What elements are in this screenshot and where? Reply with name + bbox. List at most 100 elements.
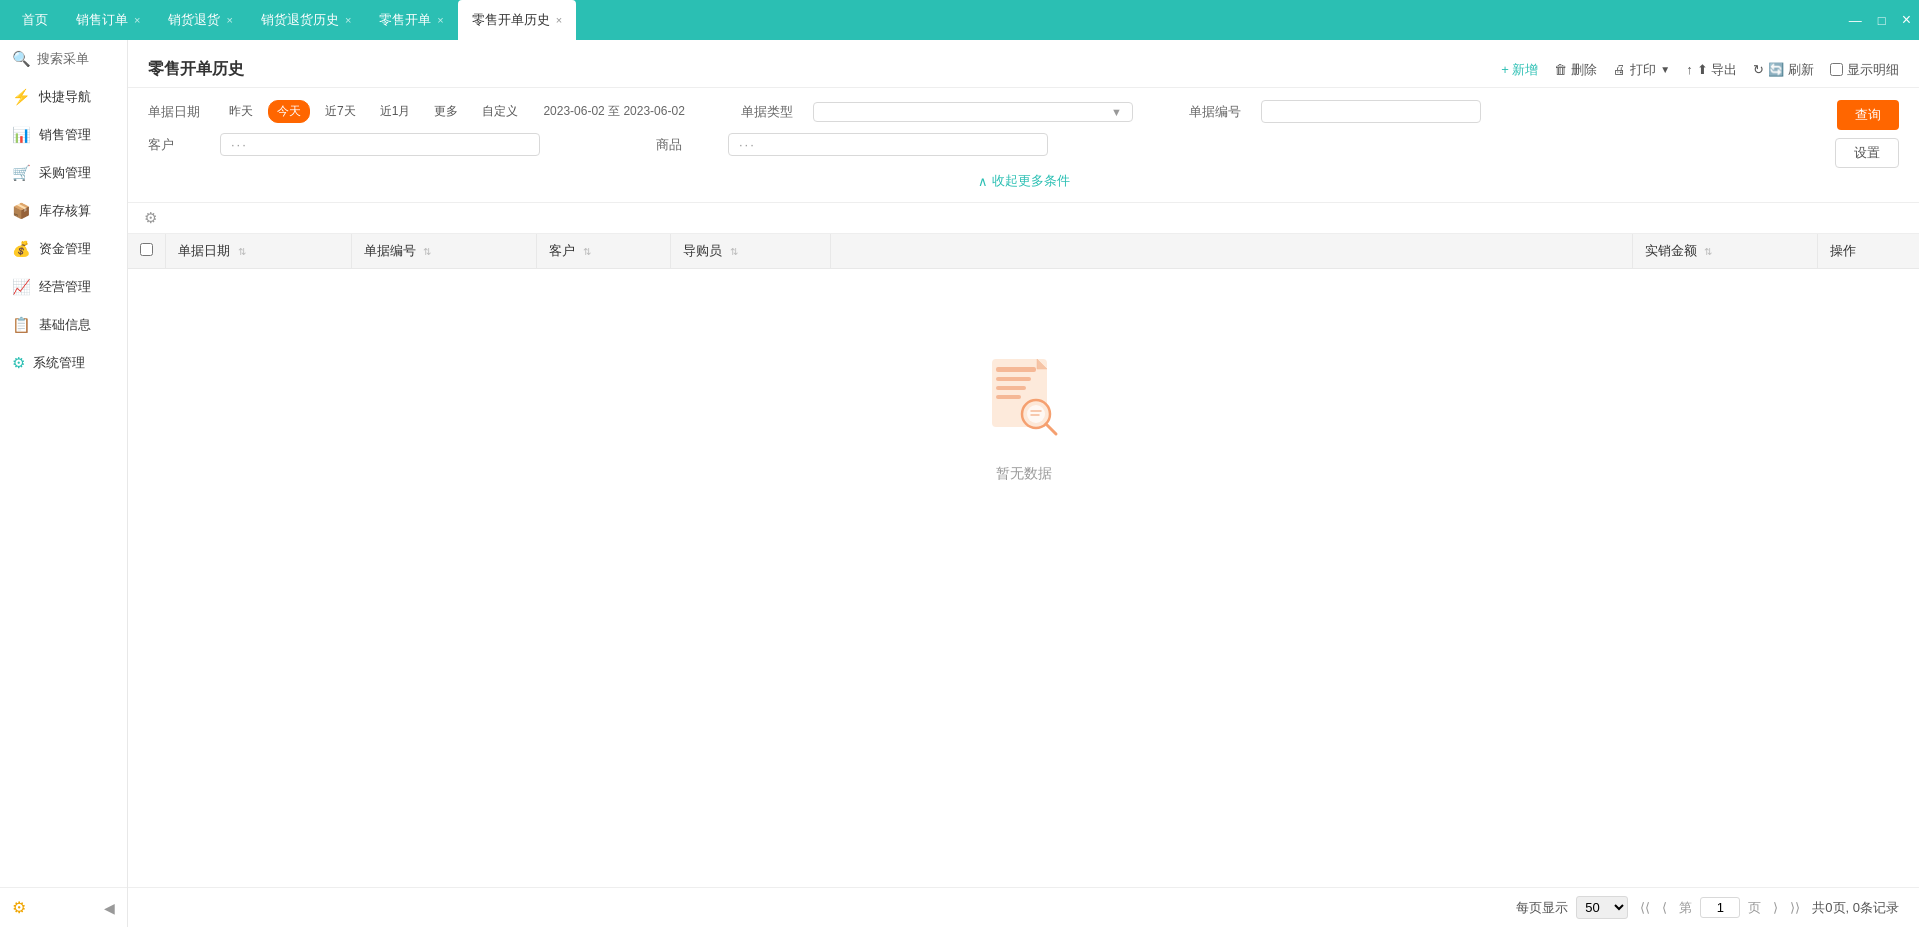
date-btn-last1month[interactable]: 近1月 [371, 100, 420, 123]
svg-rect-3 [996, 386, 1026, 390]
date-range-display: 2023-06-02 至 2023-06-02 [543, 103, 684, 120]
query-button[interactable]: 查询 [1837, 100, 1899, 130]
date-btn-more[interactable]: 更多 [425, 100, 467, 123]
customer-dots: ··· [231, 137, 248, 152]
th-date: 单据日期 ⇅ [166, 234, 352, 269]
sort-date-icon[interactable]: ⇅ [238, 246, 246, 257]
tab-sales-order[interactable]: 销售订单 × [62, 0, 154, 40]
tab-retail-open[interactable]: 零售开单 × [365, 0, 457, 40]
customer-select[interactable]: ··· [220, 133, 540, 156]
data-table: 单据日期 ⇅ 单据编号 ⇅ 客户 ⇅ 导购员 ⇅ [128, 234, 1919, 563]
filter-date-btns: 昨天 今天 近7天 近1月 更多 自定义 [220, 100, 527, 123]
sidebar-search[interactable]: 🔍 搜索采单 [0, 40, 127, 78]
sidebar-item-operations-label: 经营管理 [39, 278, 91, 296]
base-info-icon: 📋 [12, 316, 31, 334]
per-page-label: 每页显示 [1516, 899, 1568, 917]
purchase-mgmt-icon: 🛒 [12, 164, 31, 182]
page-label-pre: 第 [1675, 897, 1696, 919]
print-label: 打印 [1630, 61, 1656, 79]
tab-sales-return[interactable]: 销货退货 × [154, 0, 246, 40]
sidebar-item-base-info-label: 基础信息 [39, 316, 91, 334]
sort-customer-icon[interactable]: ⇅ [583, 246, 591, 257]
tab-retail-open-history-label: 零售开单历史 [472, 11, 550, 29]
per-page-select[interactable]: 50 10 20 100 [1576, 896, 1628, 919]
sidebar-item-quick-nav-label: 快捷导航 [39, 88, 91, 106]
order-no-input[interactable] [1261, 100, 1481, 123]
table-header-row: 单据日期 ⇅ 单据编号 ⇅ 客户 ⇅ 导购员 ⇅ [128, 234, 1919, 269]
tab-retail-open-history[interactable]: 零售开单历史 × [458, 0, 576, 40]
sidebar-item-sys-mgmt-label: 系统管理 [33, 354, 85, 372]
tab-sales-return-history[interactable]: 销货退货历史 × [247, 0, 365, 40]
date-btn-today[interactable]: 今天 [268, 100, 310, 123]
tab-sales-return-label: 销货退货 [168, 11, 220, 29]
tab-sales-return-close[interactable]: × [226, 14, 232, 26]
order-no-label: 单据编号 [1189, 103, 1245, 121]
sidebar-item-base-info[interactable]: 📋 基础信息 [0, 306, 127, 344]
export-label: ⬆ 导出 [1697, 61, 1738, 79]
page-actions: + 新增 🗑 删除 🖨 打印 ▼ ↑ ⬆ 导出 ↻ 🔄 刷新 [1501, 61, 1899, 79]
sidebar-settings-icon[interactable]: ⚙ [12, 898, 26, 917]
sidebar-item-sales-mgmt[interactable]: 📊 销售管理 [0, 116, 127, 154]
sidebar-bottom: ⚙ ◀ [0, 887, 127, 927]
sidebar-item-purchase-mgmt[interactable]: 🛒 采购管理 [0, 154, 127, 192]
date-label: 单据日期 [148, 103, 204, 121]
sort-amount-icon[interactable]: ⇅ [1704, 246, 1712, 257]
top-tabbar: 首页 销售订单 × 销货退货 × 销货退货历史 × 零售开单 × 零售开单历史 … [0, 0, 1919, 40]
tab-home[interactable]: 首页 [8, 0, 62, 40]
sidebar: 🔍 搜索采单 ⚡ 快捷导航 📊 销售管理 🛒 采购管理 📦 库存核算 💰 资金管… [0, 40, 128, 927]
page-header: 零售开单历史 + 新增 🗑 删除 🖨 打印 ▼ ↑ ⬆ 导出 [128, 40, 1919, 88]
collapse-filter-btn[interactable]: ∧ 收起更多条件 [978, 172, 1070, 190]
sidebar-collapse-icon[interactable]: ◀ [104, 900, 115, 916]
print-arrow-icon: ▼ [1660, 64, 1670, 75]
delete-button[interactable]: 🗑 删除 [1554, 61, 1597, 79]
sidebar-item-inventory[interactable]: 📦 库存核算 [0, 192, 127, 230]
show-detail-label: 显示明细 [1847, 61, 1899, 79]
tab-retail-open-label: 零售开单 [379, 11, 431, 29]
svg-rect-1 [996, 367, 1036, 372]
date-btn-last7days[interactable]: 近7天 [316, 100, 365, 123]
sales-mgmt-icon: 📊 [12, 126, 31, 144]
sort-no-icon[interactable]: ⇅ [423, 246, 431, 257]
content-area: 零售开单历史 + 新增 🗑 删除 🖨 打印 ▼ ↑ ⬆ 导出 [128, 40, 1919, 927]
close-btn[interactable]: × [1902, 11, 1911, 29]
refresh-button[interactable]: ↻ 🔄 刷新 [1753, 61, 1814, 79]
sidebar-item-finance-label: 资金管理 [39, 240, 91, 258]
page-number-input[interactable] [1700, 897, 1740, 918]
sidebar-item-sys-mgmt[interactable]: ⚙ 系统管理 [0, 344, 127, 382]
add-button[interactable]: + 新增 [1501, 61, 1538, 79]
page-nav: ⟨⟨ ⟨ 第 页 ⟩ ⟩⟩ [1636, 897, 1804, 919]
sidebar-item-operations[interactable]: 📈 经营管理 [0, 268, 127, 306]
show-detail-checkbox[interactable] [1830, 63, 1843, 76]
date-btn-custom[interactable]: 自定义 [473, 100, 527, 123]
goods-select[interactable]: ··· [728, 133, 1048, 156]
table-settings-icon[interactable]: ⚙ [144, 209, 157, 227]
maximize-btn[interactable]: □ [1878, 13, 1886, 28]
empty-text: 暂无数据 [996, 465, 1052, 483]
sidebar-item-quick-nav[interactable]: ⚡ 快捷导航 [0, 78, 127, 116]
select-all-checkbox[interactable] [140, 243, 153, 256]
th-no: 单据编号 ⇅ [351, 234, 537, 269]
tab-sales-return-history-close[interactable]: × [345, 14, 351, 26]
goods-dots: ··· [739, 137, 756, 152]
prev-page-btn[interactable]: ⟨ [1658, 898, 1671, 917]
inventory-icon: 📦 [12, 202, 31, 220]
tab-retail-open-history-close[interactable]: × [556, 14, 562, 26]
minimize-btn[interactable]: — [1849, 13, 1862, 28]
sidebar-item-finance[interactable]: 💰 资金管理 [0, 230, 127, 268]
sort-guide-icon[interactable]: ⇅ [730, 246, 738, 257]
date-btn-yesterday[interactable]: 昨天 [220, 100, 262, 123]
export-icon: ↑ [1686, 62, 1693, 77]
tab-retail-open-close[interactable]: × [437, 14, 443, 26]
quick-nav-icon: ⚡ [12, 88, 31, 106]
sidebar-item-inventory-label: 库存核算 [39, 202, 91, 220]
tab-sales-return-history-label: 销货退货历史 [261, 11, 339, 29]
type-select[interactable]: ▼ [813, 102, 1133, 122]
last-page-btn[interactable]: ⟩⟩ [1786, 898, 1804, 917]
filter-settings-button[interactable]: 设置 [1835, 138, 1899, 168]
first-page-btn[interactable]: ⟨⟨ [1636, 898, 1654, 917]
export-button[interactable]: ↑ ⬆ 导出 [1686, 61, 1737, 79]
next-page-btn[interactable]: ⟩ [1769, 898, 1782, 917]
print-button[interactable]: 🖨 打印 ▼ [1613, 61, 1670, 79]
show-detail-check[interactable]: 显示明细 [1830, 61, 1899, 79]
tab-sales-order-close[interactable]: × [134, 14, 140, 26]
